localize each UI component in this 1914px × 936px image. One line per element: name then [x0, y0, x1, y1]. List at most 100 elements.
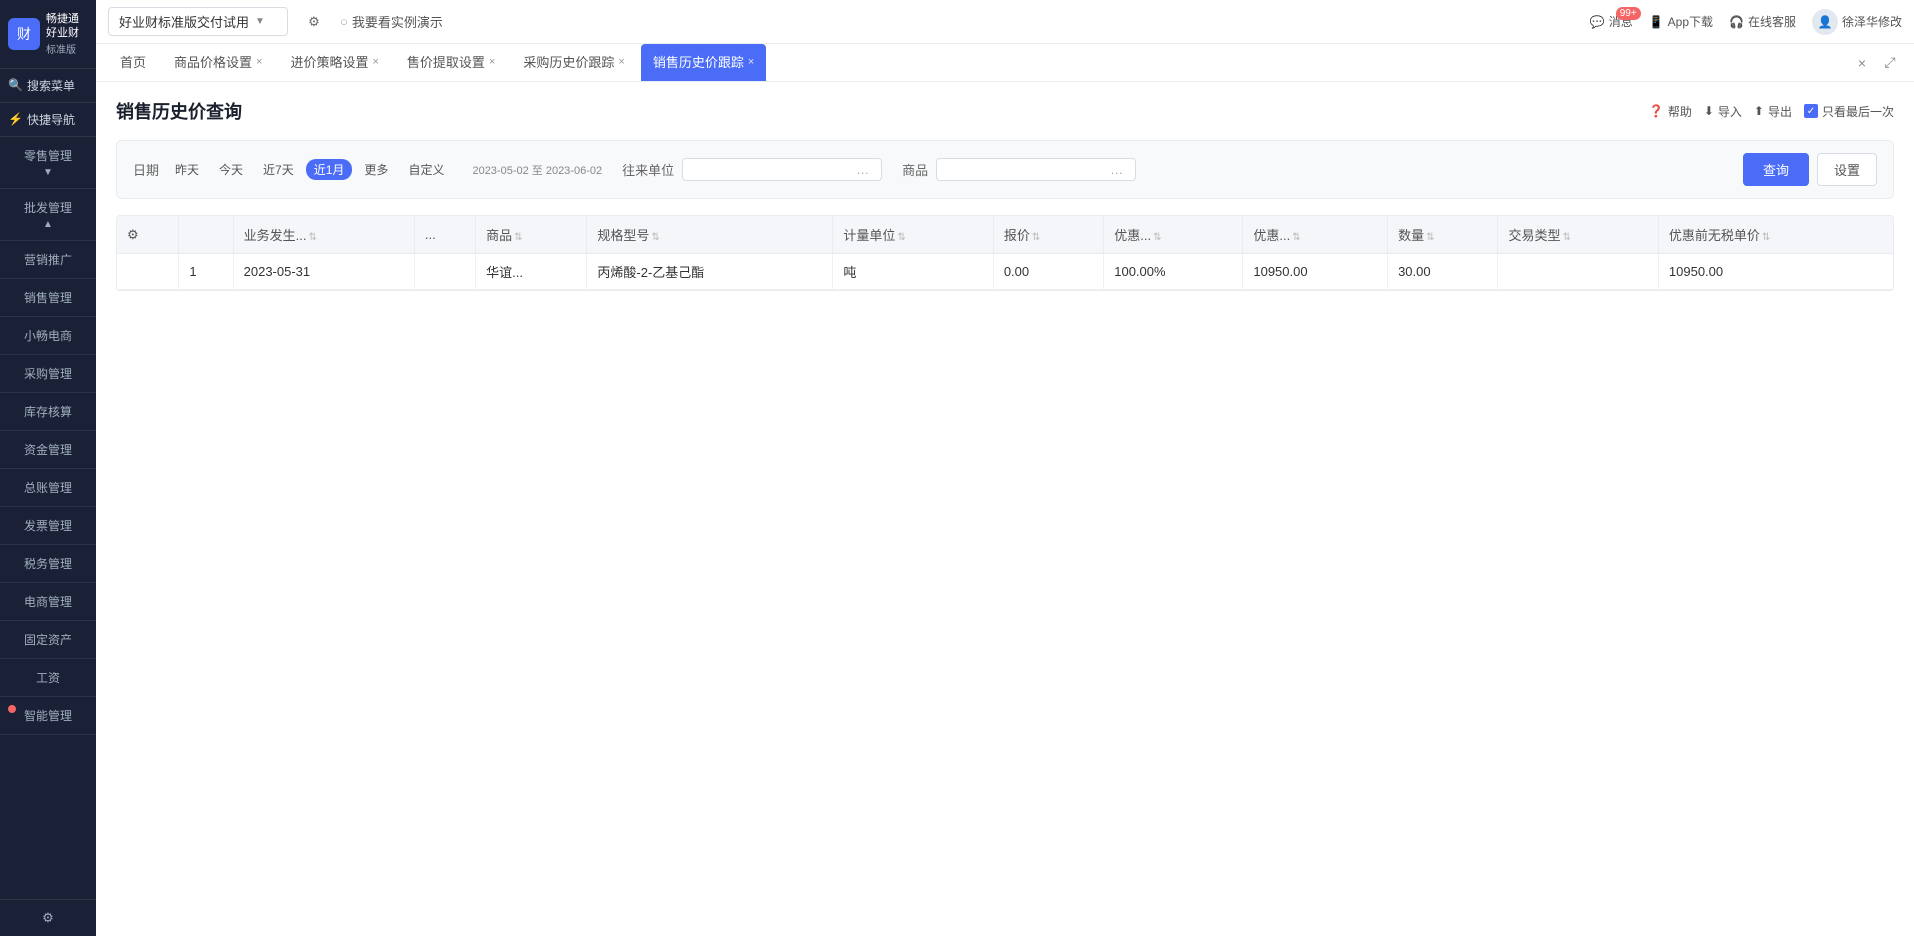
maximize-window-button[interactable]: ⤢ — [1878, 51, 1902, 75]
sidebar-item-label: 智能管理 — [24, 707, 72, 724]
cell-pre-tax: 10950.00 — [1658, 254, 1893, 290]
chevron-down-icon: ▼ — [43, 167, 53, 178]
sidebar-item-assets[interactable]: 固定资产 — [0, 621, 96, 659]
col-spec[interactable]: 规格型号⇅ — [587, 216, 833, 254]
cell-row-num: 1 — [179, 254, 233, 290]
source-unit-text-input[interactable] — [691, 163, 852, 177]
col-unit[interactable]: 计量单位⇅ — [833, 216, 993, 254]
cell-quantity: 30.00 — [1388, 254, 1498, 290]
sidebar-item-label: 采购管理 — [24, 365, 72, 382]
col-dots[interactable]: ... — [414, 216, 475, 254]
sidebar-item-tax[interactable]: 税务管理 — [0, 545, 96, 583]
phone-icon: 📱 — [1649, 15, 1664, 29]
date-btn-more[interactable]: 更多 — [356, 159, 396, 180]
col-price[interactable]: 报价⇅ — [993, 216, 1103, 254]
col-gear[interactable]: ⚙ — [117, 216, 179, 254]
date-btn-custom[interactable]: 自定义 — [400, 159, 452, 180]
col-product[interactable]: 商品⇅ — [476, 216, 587, 254]
page-actions: ❓ 帮助 ⬇ 导入 ⬆ 导出 ✓ 只看最后一次 — [1649, 103, 1894, 120]
tab-purchase-strategy[interactable]: 进价策略设置 × — [278, 44, 390, 81]
sidebar-item-marketing[interactable]: 营销推广 — [0, 241, 96, 279]
tab-close-icon[interactable]: × — [372, 56, 378, 68]
query-button[interactable]: 查询 — [1743, 153, 1809, 186]
product-label: 商品 — [902, 160, 928, 179]
export-label: 导出 — [1768, 103, 1792, 120]
sidebar-item-retail[interactable]: 零售管理 ▼ — [0, 137, 96, 189]
tab-sale-extract[interactable]: 售价提取设置 × — [395, 44, 507, 81]
sidebar-item-label: 电商管理 — [24, 593, 72, 610]
sidebar-item-label: 资金管理 — [24, 441, 72, 458]
col-trans-type[interactable]: 交易类型⇅ — [1498, 216, 1658, 254]
source-unit-field: 往来单位 … — [622, 158, 882, 181]
date-btn-1month[interactable]: 近1月 — [306, 159, 353, 180]
close-window-button[interactable]: × — [1850, 51, 1874, 75]
tab-home-label: 首页 — [120, 52, 146, 71]
sidebar-item-sales[interactable]: 销售管理 — [0, 279, 96, 317]
demo-button[interactable]: ○ 我要看实例演示 — [340, 12, 443, 31]
table-header-row: ⚙ 业务发生...⇅ ... 商品⇅ 规格型号⇅ 计量单位⇅ 报价⇅ 优惠...… — [117, 216, 1893, 254]
sidebar-settings-button[interactable]: ⚙ — [0, 899, 96, 936]
tab-close-icon[interactable]: × — [748, 56, 754, 68]
product-input[interactable]: … — [936, 158, 1136, 181]
message-icon: 💬 — [1590, 15, 1605, 29]
sidebar-item-smart[interactable]: 智能管理 — [0, 697, 96, 735]
import-button[interactable]: ⬇ 导入 — [1704, 103, 1742, 120]
col-date[interactable]: 业务发生...⇅ — [233, 216, 414, 254]
sidebar-quicknav[interactable]: ⚡ 快捷导航 — [0, 103, 96, 137]
search-icon: 🔍 — [8, 78, 23, 92]
sidebar-item-ledger[interactable]: 总账管理 — [0, 469, 96, 507]
sidebar-item-invoice[interactable]: 发票管理 — [0, 507, 96, 545]
tab-sales-history[interactable]: 销售历史价跟踪 × — [641, 44, 766, 81]
version-selector[interactable]: 好业财标准版交付试用 ▼ — [108, 7, 288, 36]
only-last-checkbox[interactable]: ✓ 只看最后一次 — [1804, 103, 1894, 120]
sidebar-item-label: 总账管理 — [24, 479, 72, 496]
sidebar-item-inventory[interactable]: 库存核算 — [0, 393, 96, 431]
col-quantity[interactable]: 数量⇅ — [1388, 216, 1498, 254]
gear-icon: ⚙ — [127, 227, 139, 242]
export-button[interactable]: ⬆ 导出 — [1754, 103, 1792, 120]
date-btn-yesterday[interactable]: 昨天 — [167, 159, 207, 180]
cell-date: 2023-05-31 — [233, 254, 414, 290]
help-icon: ❓ — [1649, 104, 1664, 118]
date-btn-7days[interactable]: 近7天 — [255, 159, 302, 180]
product-text-input[interactable] — [945, 163, 1106, 177]
sidebar-item-purchase[interactable]: 采购管理 — [0, 355, 96, 393]
help-button[interactable]: ❓ 帮助 — [1649, 103, 1692, 120]
source-unit-label: 往来单位 — [622, 160, 674, 179]
source-unit-input[interactable]: … — [682, 158, 882, 181]
online-service-label: 在线客服 — [1748, 13, 1796, 30]
source-unit-dots[interactable]: … — [852, 162, 873, 177]
message-button[interactable]: 💬 消息 99+ — [1590, 13, 1633, 30]
online-service-button[interactable]: 🎧 在线客服 — [1729, 13, 1796, 30]
demo-icon: ○ — [340, 14, 348, 29]
app-download-button[interactable]: 📱 App下载 — [1649, 13, 1713, 30]
tab-close-icon[interactable]: × — [256, 56, 262, 68]
sidebar-item-finance[interactable]: 资金管理 — [0, 431, 96, 469]
sidebar-item-label: 发票管理 — [24, 517, 72, 534]
sidebar-item-ecommerce[interactable]: 电商管理 — [0, 583, 96, 621]
col-discount-pct[interactable]: 优惠...⇅ — [1104, 216, 1243, 254]
app-icon: 财 — [8, 18, 40, 50]
settings-gear-button[interactable]: ⚙ — [300, 8, 328, 36]
tab-close-icon[interactable]: × — [489, 56, 495, 68]
user-menu[interactable]: 👤 徐泽华修改 — [1812, 9, 1902, 35]
sidebar-item-ecommerce-small[interactable]: 小畅电商 — [0, 317, 96, 355]
tab-purchase-strategy-label: 进价策略设置 — [290, 52, 368, 71]
product-dots[interactable]: … — [1106, 162, 1127, 177]
date-btn-today[interactable]: 今天 — [211, 159, 251, 180]
search-bar: 日期 昨天 今天 近7天 近1月 更多 自定义 2023-05-02 至 202… — [116, 140, 1894, 199]
sidebar-search[interactable]: 🔍 搜索菜单 — [0, 69, 96, 103]
col-pre-tax[interactable]: 优惠前无税单价⇅ — [1658, 216, 1893, 254]
sidebar-item-payroll[interactable]: 工资 — [0, 659, 96, 697]
tab-close-icon[interactable]: × — [618, 56, 624, 68]
tab-home[interactable]: 首页 — [108, 44, 158, 81]
tab-purchase-history[interactable]: 采购历史价跟踪 × — [511, 44, 636, 81]
settings-button[interactable]: 设置 — [1817, 153, 1877, 186]
sidebar-item-label: 零售管理 — [24, 147, 72, 164]
checkbox-icon: ✓ — [1804, 104, 1818, 118]
tab-product-price-label: 商品价格设置 — [174, 52, 252, 71]
tab-product-price[interactable]: 商品价格设置 × — [162, 44, 274, 81]
col-row-num — [179, 216, 233, 254]
col-discount-amt[interactable]: 优惠...⇅ — [1243, 216, 1388, 254]
sidebar-item-wholesale[interactable]: 批发管理 ▲ — [0, 189, 96, 241]
